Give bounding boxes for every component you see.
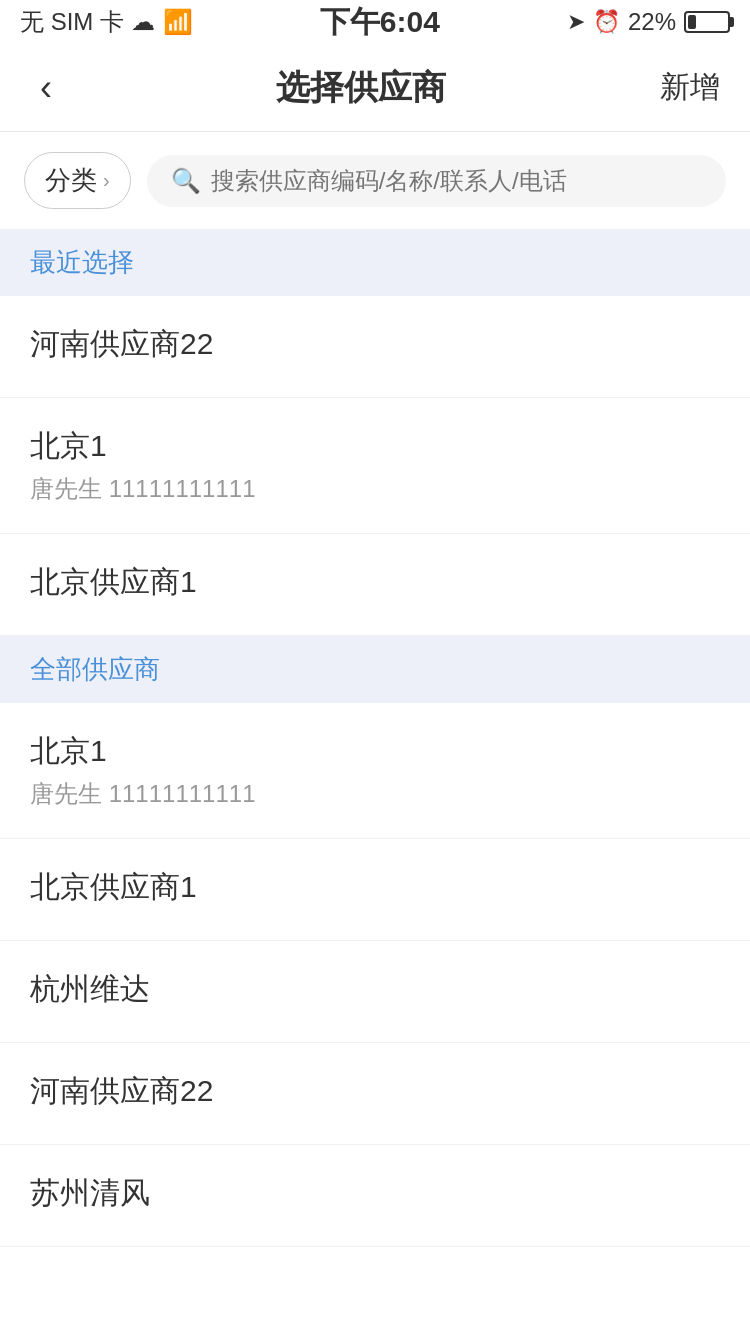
recent-section-header: 最近选择 bbox=[0, 229, 750, 296]
all-section-label: 全部供应商 bbox=[30, 654, 160, 684]
item-sub: 唐先生 11111111111 bbox=[30, 778, 720, 810]
search-input[interactable] bbox=[211, 167, 702, 195]
category-filter[interactable]: 分类 › bbox=[24, 152, 131, 209]
item-name: 北京供应商1 bbox=[30, 867, 720, 908]
wifi-icon: 📶 bbox=[163, 8, 193, 36]
item-name: 北京1 bbox=[30, 731, 720, 772]
recent-items-list: 河南供应商22 北京1 唐先生 11111111111 北京供应商1 bbox=[0, 296, 750, 636]
item-name: 北京供应商1 bbox=[30, 562, 720, 603]
category-label: 分类 bbox=[45, 163, 97, 198]
item-name: 杭州维达 bbox=[30, 969, 720, 1010]
alarm-icon: ⏰ bbox=[593, 9, 620, 35]
item-name: 苏州清风 bbox=[30, 1173, 720, 1214]
search-bar: 🔍 bbox=[147, 155, 726, 207]
status-time: 下午6:04 bbox=[320, 2, 440, 43]
list-item[interactable]: 河南供应商22 bbox=[0, 296, 750, 398]
page-title: 选择供应商 bbox=[276, 65, 446, 111]
list-item[interactable]: 北京供应商1 bbox=[0, 839, 750, 941]
status-left: 无 SIM 卡 ☁ 📶 bbox=[20, 6, 193, 38]
list-item[interactable]: 北京1 唐先生 11111111111 bbox=[0, 398, 750, 534]
battery-percent: 22% bbox=[628, 8, 676, 36]
sim-status: 无 SIM 卡 ☁ bbox=[20, 6, 155, 38]
list-item[interactable]: 河南供应商22 bbox=[0, 1043, 750, 1145]
back-button[interactable]: ‹ bbox=[30, 57, 62, 119]
status-right: ➤ ⏰ 22% bbox=[567, 8, 730, 36]
battery-icon bbox=[684, 11, 730, 33]
filter-bar: 分类 › 🔍 bbox=[0, 132, 750, 229]
item-name: 河南供应商22 bbox=[30, 324, 720, 365]
all-section-header: 全部供应商 bbox=[0, 636, 750, 703]
list-item[interactable]: 杭州维达 bbox=[0, 941, 750, 1043]
list-item[interactable]: 北京1 唐先生 11111111111 bbox=[0, 703, 750, 839]
list-item[interactable]: 苏州清风 bbox=[0, 1145, 750, 1247]
nav-bar: ‹ 选择供应商 新增 bbox=[0, 44, 750, 132]
chevron-right-icon: › bbox=[103, 169, 110, 192]
list-item[interactable]: 北京供应商1 bbox=[0, 534, 750, 636]
all-items-list: 北京1 唐先生 11111111111 北京供应商1 杭州维达河南供应商22 苏州清风 bbox=[0, 703, 750, 1247]
recent-section-label: 最近选择 bbox=[30, 247, 134, 277]
search-icon: 🔍 bbox=[171, 167, 201, 195]
location-icon: ➤ bbox=[567, 9, 585, 35]
item-name: 北京1 bbox=[30, 426, 720, 467]
item-sub: 唐先生 11111111111 bbox=[30, 473, 720, 505]
add-button[interactable]: 新增 bbox=[660, 67, 720, 108]
status-bar: 无 SIM 卡 ☁ 📶 下午6:04 ➤ ⏰ 22% bbox=[0, 0, 750, 44]
item-name: 河南供应商22 bbox=[30, 1071, 720, 1112]
